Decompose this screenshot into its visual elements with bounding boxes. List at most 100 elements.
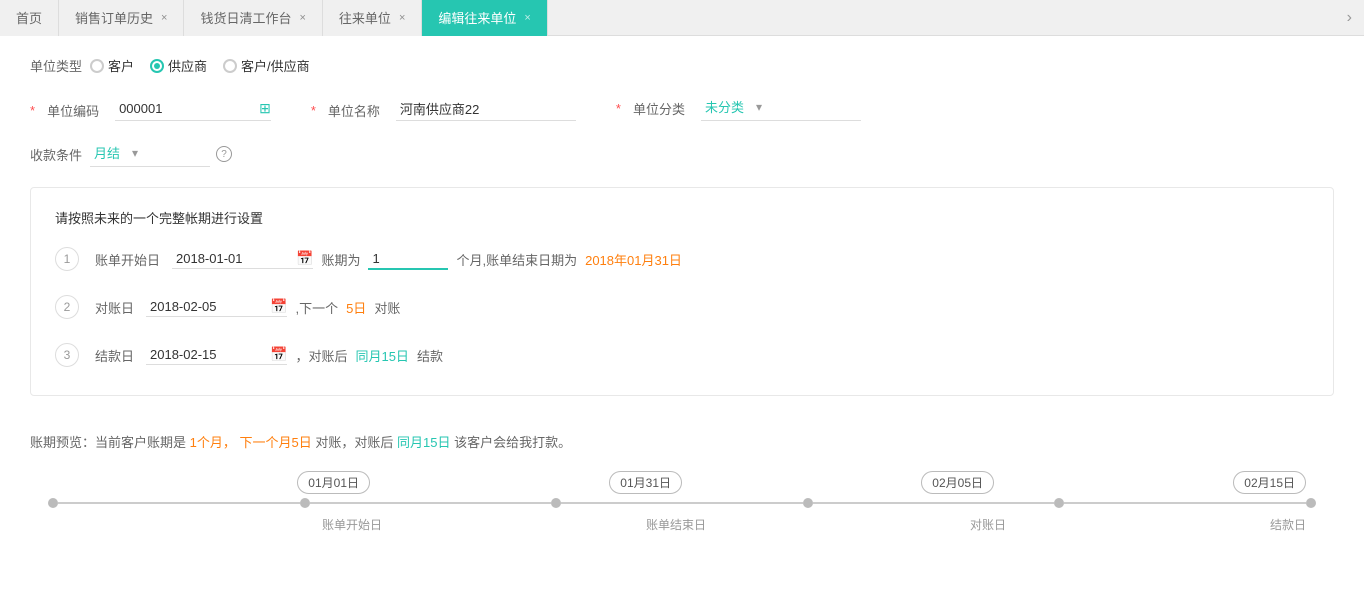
preview-text: 账期预览：当前客户账期是 1个月， 下一个月5日 对账，对账后 同月15日 该客… (30, 432, 1334, 451)
timeline-badge-4: 02月15日 (1233, 471, 1306, 494)
radio-supplier[interactable]: 供应商 (150, 56, 207, 75)
unit-code-label: 单位编码 (47, 101, 99, 120)
timeline-label-col-3: 对账日 (970, 512, 1006, 533)
preview-section: 账期预览：当前客户账期是 1个月， 下一个月5日 对账，对账后 同月15日 该客… (30, 416, 1334, 533)
main-content: 单位类型 客户 供应商 客户/供应商 * 单位编码 ⊞ (0, 36, 1364, 608)
preview-part3: 对账，对账后 (315, 435, 393, 450)
period-date-value-1[interactable] (172, 249, 292, 268)
unit-class-required: * (616, 101, 621, 116)
timeline-label-4: 结款日 (1270, 516, 1306, 533)
timeline-area: 01月01日 01月31日 02月05日 02月15日 (30, 471, 1334, 533)
tab-partner-units[interactable]: 往来单位 × (323, 0, 422, 36)
period-num-3: 3 (55, 343, 79, 367)
timeline-badge-1: 01月01日 (297, 471, 370, 494)
tab-home[interactable]: 首页 (0, 0, 59, 36)
period-row-1: 1 账单开始日 📅 账期为 个月,账单结束日期为 2018年01月31日 (55, 247, 1309, 271)
period-num-2: 2 (55, 295, 79, 319)
tab-edit-partner-unit-close[interactable]: × (524, 12, 530, 24)
unit-class-value: 未分类 (701, 95, 748, 118)
tab-cash-flow-workbench-label: 钱货日清工作台 (200, 8, 291, 27)
tab-partner-units-close[interactable]: × (399, 12, 405, 24)
radio-supplier-circle (150, 59, 164, 73)
timeline-dot-1 (300, 498, 310, 508)
preview-part5: 该客户会给我打款。 (454, 435, 571, 450)
radio-customer-supplier[interactable]: 客户/供应商 (223, 56, 310, 75)
payment-condition-label: 收款条件 (30, 145, 82, 164)
period-num-1: 1 (55, 247, 79, 271)
preview-part1: 1个月， (190, 435, 236, 450)
unit-class-label: 单位分类 (633, 99, 685, 118)
unit-code-required: * (30, 103, 35, 118)
tab-sales-order-history[interactable]: 销售订单历史 × (59, 0, 184, 36)
unit-code-icon[interactable]: ⊞ (259, 100, 271, 117)
radio-customer[interactable]: 客户 (90, 56, 134, 75)
tab-edit-partner-unit[interactable]: 编辑往来单位 × (422, 0, 547, 36)
tabs-bar: 首页 销售订单历史 × 钱货日清工作台 × 往来单位 × 编辑往来单位 × › (0, 0, 1364, 36)
unit-fields-row: * 单位编码 ⊞ * 单位名称 * 单位分类 未分类 ▾ (30, 95, 1334, 121)
timeline-label-2: 账单结束日 (646, 516, 706, 533)
timeline-start-dot (48, 498, 58, 508)
tab-sales-order-history-close[interactable]: × (161, 12, 167, 24)
period-cal-icon-2[interactable]: 📅 (270, 298, 287, 315)
period-highlight-1: 2018年01月31日 (585, 250, 682, 269)
radio-customer-supplier-circle (223, 59, 237, 73)
unit-name-required: * (311, 103, 316, 118)
period-date-input-2: 📅 (146, 297, 287, 317)
period-section-title: 请按照未来的一个完整帐期进行设置 (55, 208, 1309, 227)
unit-code-input[interactable] (115, 99, 255, 118)
timeline-line-2 (310, 502, 552, 504)
unit-code-field: ⊞ (115, 99, 271, 121)
unit-name-field (396, 99, 576, 121)
timeline-label-col-1: 账单开始日 (322, 512, 382, 533)
timeline-node-2: 01月31日 (609, 471, 682, 494)
period-cal-icon-3[interactable]: 📅 (270, 346, 287, 363)
period-date-value-2[interactable] (146, 297, 266, 316)
period-highlight-2: 5日 (346, 298, 366, 317)
period-highlight-3: 同月15日 (355, 346, 408, 365)
timeline-badge-3: 02月05日 (921, 471, 994, 494)
timeline-dot-4 (1054, 498, 1064, 508)
timeline-dot-2 (551, 498, 561, 508)
period-mid-text-1: 账期为 (321, 250, 360, 269)
unit-class-dropdown[interactable]: 未分类 ▾ (701, 95, 861, 121)
radio-customer-label: 客户 (108, 56, 134, 75)
period-suffix-text-2: 对账 (374, 298, 400, 317)
payment-condition-row: 收款条件 月结 ▾ ? (30, 141, 1334, 167)
timeline-dot-3 (803, 498, 813, 508)
period-date-input-3: 📅 (146, 345, 287, 365)
period-num-input-1[interactable] (368, 249, 448, 270)
timeline-node-1: 01月01日 (297, 471, 370, 494)
tab-home-label: 首页 (16, 8, 42, 27)
preview-label: 账期预览：当前客户账期是 (30, 435, 186, 450)
timeline-line-4 (813, 502, 1055, 504)
tabs-scroll-arrow[interactable]: › (1335, 9, 1364, 27)
period-prefix-text-3: ，对账后 (295, 346, 347, 365)
preview-part4: 同月15日 (397, 435, 450, 450)
period-field-label-1: 账单开始日 (95, 250, 160, 269)
timeline-node-4: 02月15日 (1233, 471, 1306, 494)
timeline-label-col-2: 账单结束日 (646, 512, 706, 533)
period-row-2: 2 对账日 📅 ,下一个 5日 对账 (55, 295, 1309, 319)
timeline-badge-2: 01月31日 (609, 471, 682, 494)
unit-name-input[interactable] (396, 99, 576, 118)
timeline-line-1 (58, 502, 300, 504)
timeline-label-3: 对账日 (970, 516, 1006, 533)
tab-sales-order-history-label: 销售订单历史 (75, 8, 153, 27)
tab-partner-units-label: 往来单位 (339, 8, 391, 27)
unit-class-chevron-icon: ▾ (752, 98, 766, 116)
period-cal-icon-1[interactable]: 📅 (296, 250, 313, 267)
unit-type-radio-group: 客户 供应商 客户/供应商 (90, 56, 310, 75)
radio-supplier-label: 供应商 (168, 56, 207, 75)
period-row-3: 3 结款日 📅 ，对账后 同月15日 结款 (55, 343, 1309, 367)
tab-cash-flow-workbench-close[interactable]: × (299, 12, 305, 24)
tab-cash-flow-workbench[interactable]: 钱货日清工作台 × (184, 0, 322, 36)
payment-condition-dropdown[interactable]: 月结 ▾ (90, 141, 210, 167)
payment-condition-value: 月结 (90, 141, 124, 164)
payment-help-icon[interactable]: ? (216, 146, 232, 162)
period-date-input-1: 📅 (172, 249, 313, 269)
timeline-node-3: 02月05日 (921, 471, 994, 494)
preview-part2: 下一个月5日 (240, 435, 312, 450)
timeline-line-5 (1064, 502, 1306, 504)
unit-name-label: 单位名称 (328, 101, 380, 120)
period-date-value-3[interactable] (146, 345, 266, 364)
